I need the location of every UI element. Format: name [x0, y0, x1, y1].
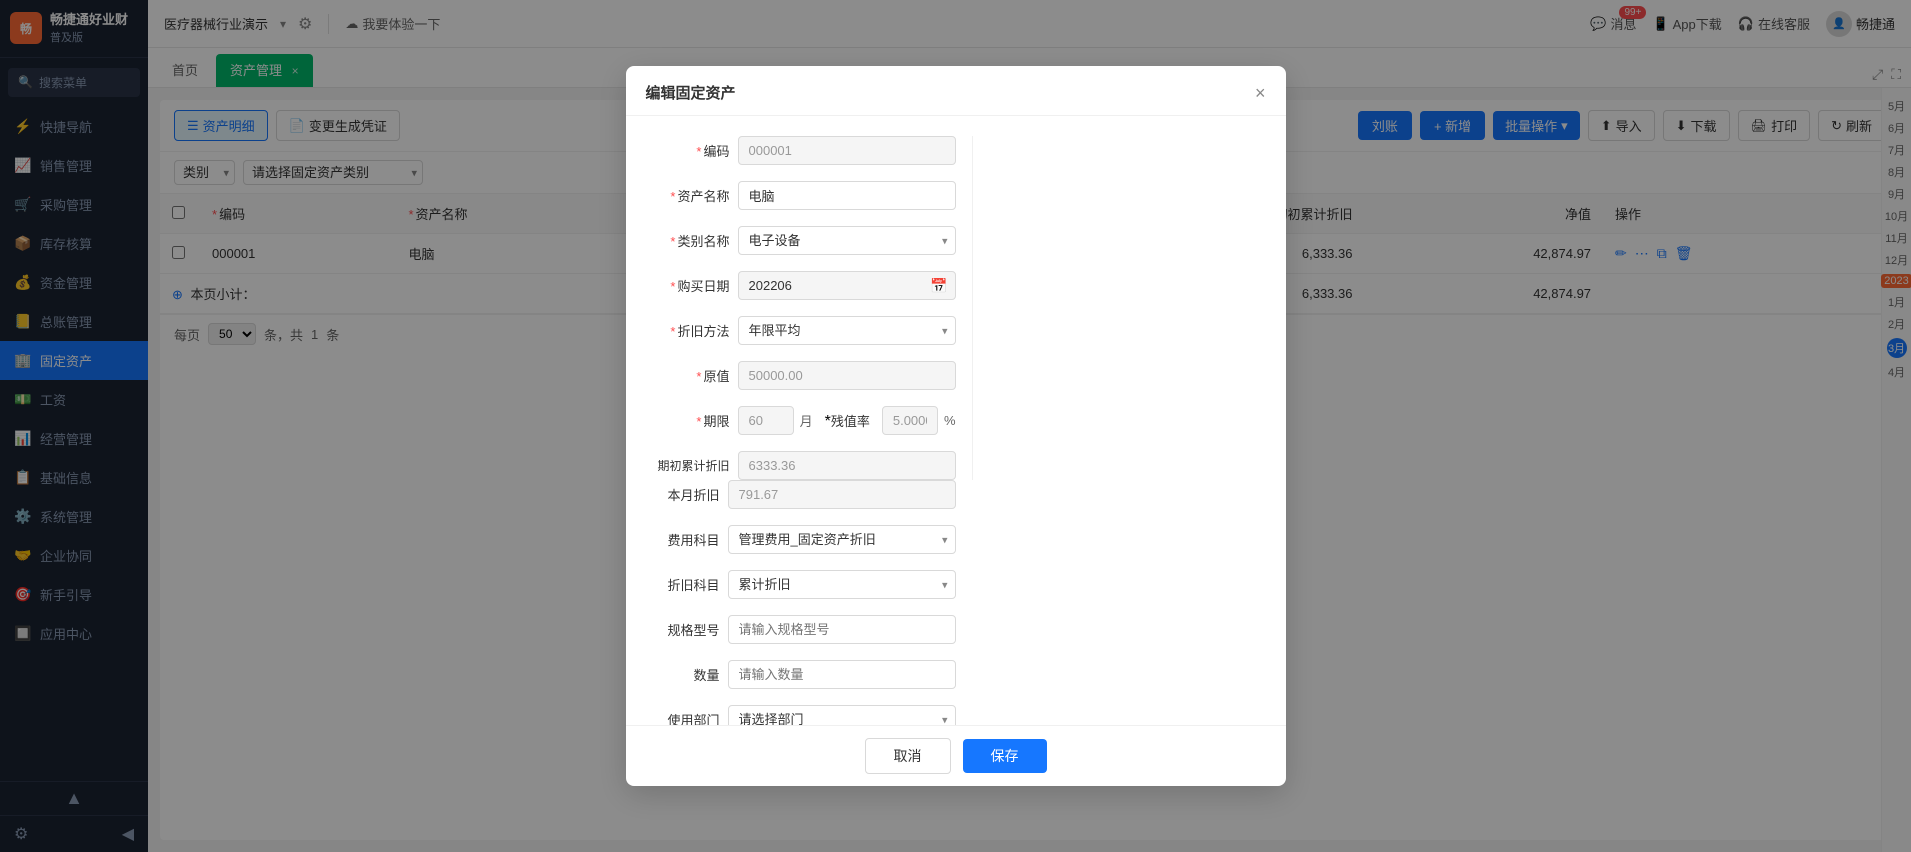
original-value-input[interactable] [738, 361, 956, 390]
form-item-purchase-date: *购买日期 📅 [650, 271, 956, 300]
expense-subject-wrapper[interactable]: 管理费用_固定资产折旧 [728, 525, 956, 554]
form-item-monthly-dep: 本月折旧 [650, 480, 956, 509]
form-col-divider [972, 136, 973, 480]
category-select[interactable]: 电子设备 [738, 226, 956, 255]
form-item-spec: 规格型号 [650, 615, 956, 644]
dialog-header: 编辑固定资产 × [626, 66, 1286, 116]
form-item-category: *类别名称 电子设备 [650, 226, 956, 255]
original-value-label: *原值 [650, 366, 730, 385]
calendar-icon[interactable]: 📅 [930, 277, 947, 294]
dep-method-label: *折旧方法 [650, 321, 730, 340]
dept-select[interactable]: 请选择部门 [728, 705, 956, 725]
monthly-dep-input [728, 480, 956, 509]
dept-wrapper[interactable]: 请选择部门 [728, 705, 956, 725]
form-item-code: *编码 [650, 136, 956, 165]
form-item-name: *资产名称 [650, 181, 956, 210]
dep-subject-label: 折旧科目 [650, 575, 720, 594]
name-label: *资产名称 [650, 186, 730, 205]
dialog-title: 编辑固定资产 [646, 82, 736, 103]
form-grid: *编码 *资产名称 *类别名称 [650, 136, 1262, 725]
form-col-left: *编码 *资产名称 *类别名称 [650, 136, 956, 480]
modal-overlay: 编辑固定资产 × *编码 *资产名称 [0, 0, 1911, 852]
code-label: *编码 [650, 141, 730, 160]
dialog-body: *编码 *资产名称 *类别名称 [626, 116, 1286, 725]
form-item-quantity: 数量 [650, 660, 956, 689]
dep-method-select[interactable]: 年限平均 [738, 316, 956, 345]
req-star: *残值率 [825, 411, 870, 431]
spec-label: 规格型号 [650, 620, 720, 639]
expense-subject-select[interactable]: 管理费用_固定资产折旧 [728, 525, 956, 554]
monthly-dep-label: 本月折旧 [650, 485, 720, 504]
dep-method-select-wrapper[interactable]: 年限平均 [738, 316, 956, 345]
dialog-close-btn[interactable]: × [1255, 84, 1266, 102]
initial-dep-label: 期初累计折旧 [650, 457, 730, 474]
dept-label: 使用部门 [650, 710, 720, 725]
residual-unit: % [944, 413, 956, 428]
purchase-date-input[interactable] [738, 271, 956, 300]
spec-input[interactable] [728, 615, 956, 644]
residual-rate-input[interactable] [882, 406, 938, 435]
edit-fixed-asset-dialog: 编辑固定资产 × *编码 *资产名称 [626, 66, 1286, 786]
quantity-input[interactable] [728, 660, 956, 689]
purchase-date-label: *购买日期 [650, 276, 730, 295]
quantity-label: 数量 [650, 665, 720, 684]
purchase-date-wrapper: 📅 [738, 271, 956, 300]
form-item-dept: 使用部门 请选择部门 [650, 705, 956, 725]
dep-subject-select[interactable]: 累计折旧 [728, 570, 956, 599]
period-input[interactable] [738, 406, 794, 435]
save-button[interactable]: 保存 [963, 739, 1047, 773]
expense-subject-label: 费用科目 [650, 530, 720, 549]
form-item-initial-dep: 期初累计折旧 [650, 451, 956, 480]
period-unit: 月 [800, 411, 813, 430]
form-item-original-value: *原值 [650, 361, 956, 390]
form-item-dep-subject: 折旧科目 累计折旧 [650, 570, 956, 599]
form-item-dep-method: *折旧方法 年限平均 [650, 316, 956, 345]
code-input[interactable] [738, 136, 956, 165]
cancel-button[interactable]: 取消 [865, 738, 951, 774]
period-residual-row: 月 *残值率 % [738, 406, 956, 435]
initial-dep-input[interactable] [738, 451, 956, 480]
name-input[interactable] [738, 181, 956, 210]
form-item-expense-subject: 费用科目 管理费用_固定资产折旧 [650, 525, 956, 554]
period-label: *期限 [650, 411, 730, 430]
dep-subject-wrapper[interactable]: 累计折旧 [728, 570, 956, 599]
dialog-footer: 取消 保存 [626, 725, 1286, 786]
category-select-wrapper[interactable]: 电子设备 [738, 226, 956, 255]
form-item-period-residual: *期限 月 *残值率 % [650, 406, 956, 435]
form-col-right: 本月折旧 费用科目 管理费用_固定资产折旧 [650, 480, 956, 725]
category-label: *类别名称 [650, 231, 730, 250]
